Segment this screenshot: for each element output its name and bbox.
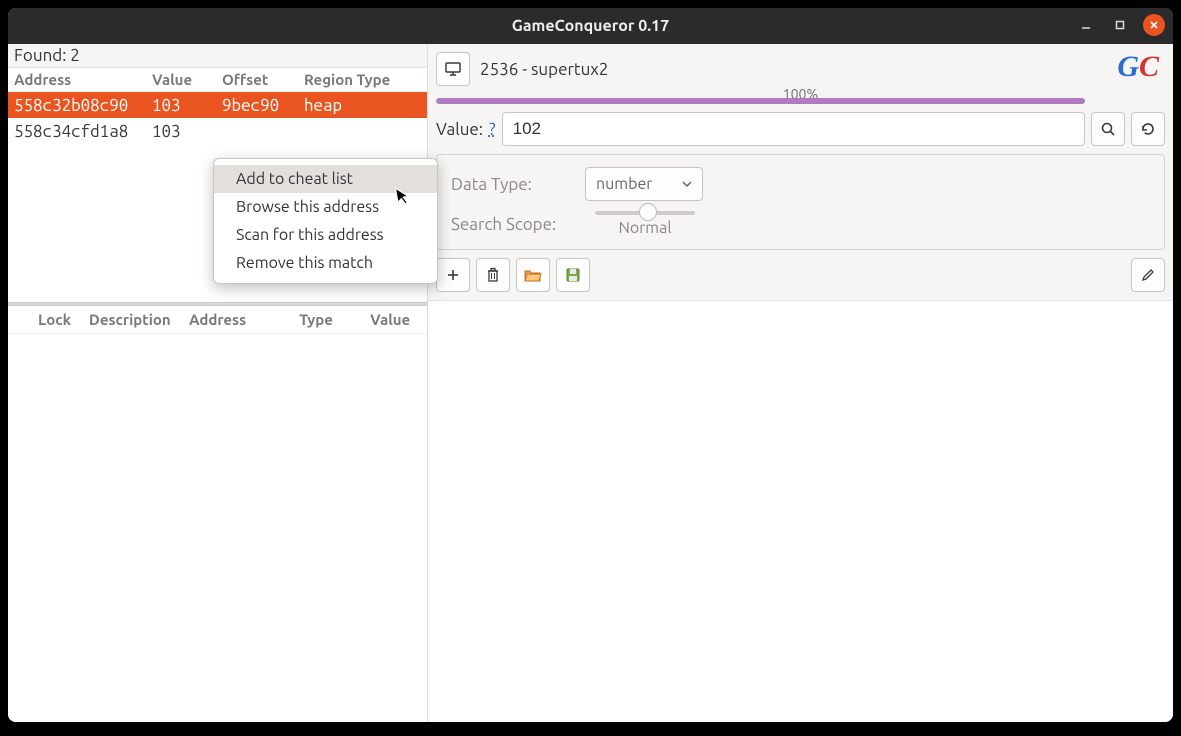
col-header-value[interactable]: Value [152,71,222,88]
open-cheat-button[interactable] [516,258,550,292]
col-header-value2[interactable]: Value [370,311,421,328]
col-header-description[interactable]: Description [89,311,189,328]
cheat-table-body[interactable] [8,334,427,722]
menu-item-browse-address[interactable]: Browse this address [214,193,437,221]
col-header-address2[interactable]: Address [189,311,299,328]
minimize-button[interactable] [1075,14,1097,36]
maximize-button[interactable] [1109,14,1131,36]
results-header-row: Address Value Offset Region Type [8,68,427,92]
search-options-panel: Data Type: number Search Scope: Normal [436,154,1165,250]
cheat-list-area[interactable] [428,300,1173,722]
close-button[interactable] [1143,14,1165,36]
add-cheat-button[interactable] [436,258,470,292]
context-menu: Add to cheat list Browse this address Sc… [213,158,438,284]
chevron-down-icon [682,181,692,187]
search-scope-value: Normal [618,219,671,237]
cheat-header-row: Lock Description Address Type Value [8,306,427,334]
search-scope-slider[interactable] [595,211,695,215]
scan-pane: GC 2536 - supertux2 100% Value: ? [427,44,1173,722]
value-input[interactable] [502,112,1085,146]
col-header-lock[interactable]: Lock [38,311,89,328]
data-type-label: Data Type: [451,175,561,194]
delete-cheat-button[interactable] [476,258,510,292]
col-header-address[interactable]: Address [14,71,152,88]
col-header-offset[interactable]: Offset [222,71,304,88]
search-button[interactable] [1091,112,1125,146]
table-row[interactable]: 558c32b08c90 103 9bec90 heap [8,92,427,118]
progress-bar: 100% [436,94,1165,104]
save-cheat-button[interactable] [556,258,590,292]
menu-item-add-cheat[interactable]: Add to cheat list [214,165,437,193]
table-row[interactable]: 558c34cfd1a8 103 [8,118,427,144]
select-process-button[interactable] [436,52,470,86]
slider-thumb[interactable] [639,203,657,221]
search-scope-label: Search Scope: [451,215,561,234]
value-label: Value: [436,120,483,139]
value-help-link[interactable]: ? [489,120,496,139]
menu-item-remove-match[interactable]: Remove this match [214,249,437,277]
process-name: 2536 - supertux2 [480,60,608,79]
window-titlebar: GameConqueror 0.17 [8,8,1173,44]
found-count-label: Found: 2 [8,44,427,68]
edit-button[interactable] [1131,258,1165,292]
data-type-select[interactable]: number [585,167,703,201]
reset-button[interactable] [1131,112,1165,146]
col-header-region[interactable]: Region Type [304,71,404,88]
window-title: GameConqueror 0.17 [512,17,669,35]
app-logo: GC [1117,50,1159,84]
menu-item-scan-address[interactable]: Scan for this address [214,221,437,249]
results-pane: Found: 2 Address Value Offset Region Typ… [8,44,427,722]
col-header-type[interactable]: Type [299,311,350,328]
